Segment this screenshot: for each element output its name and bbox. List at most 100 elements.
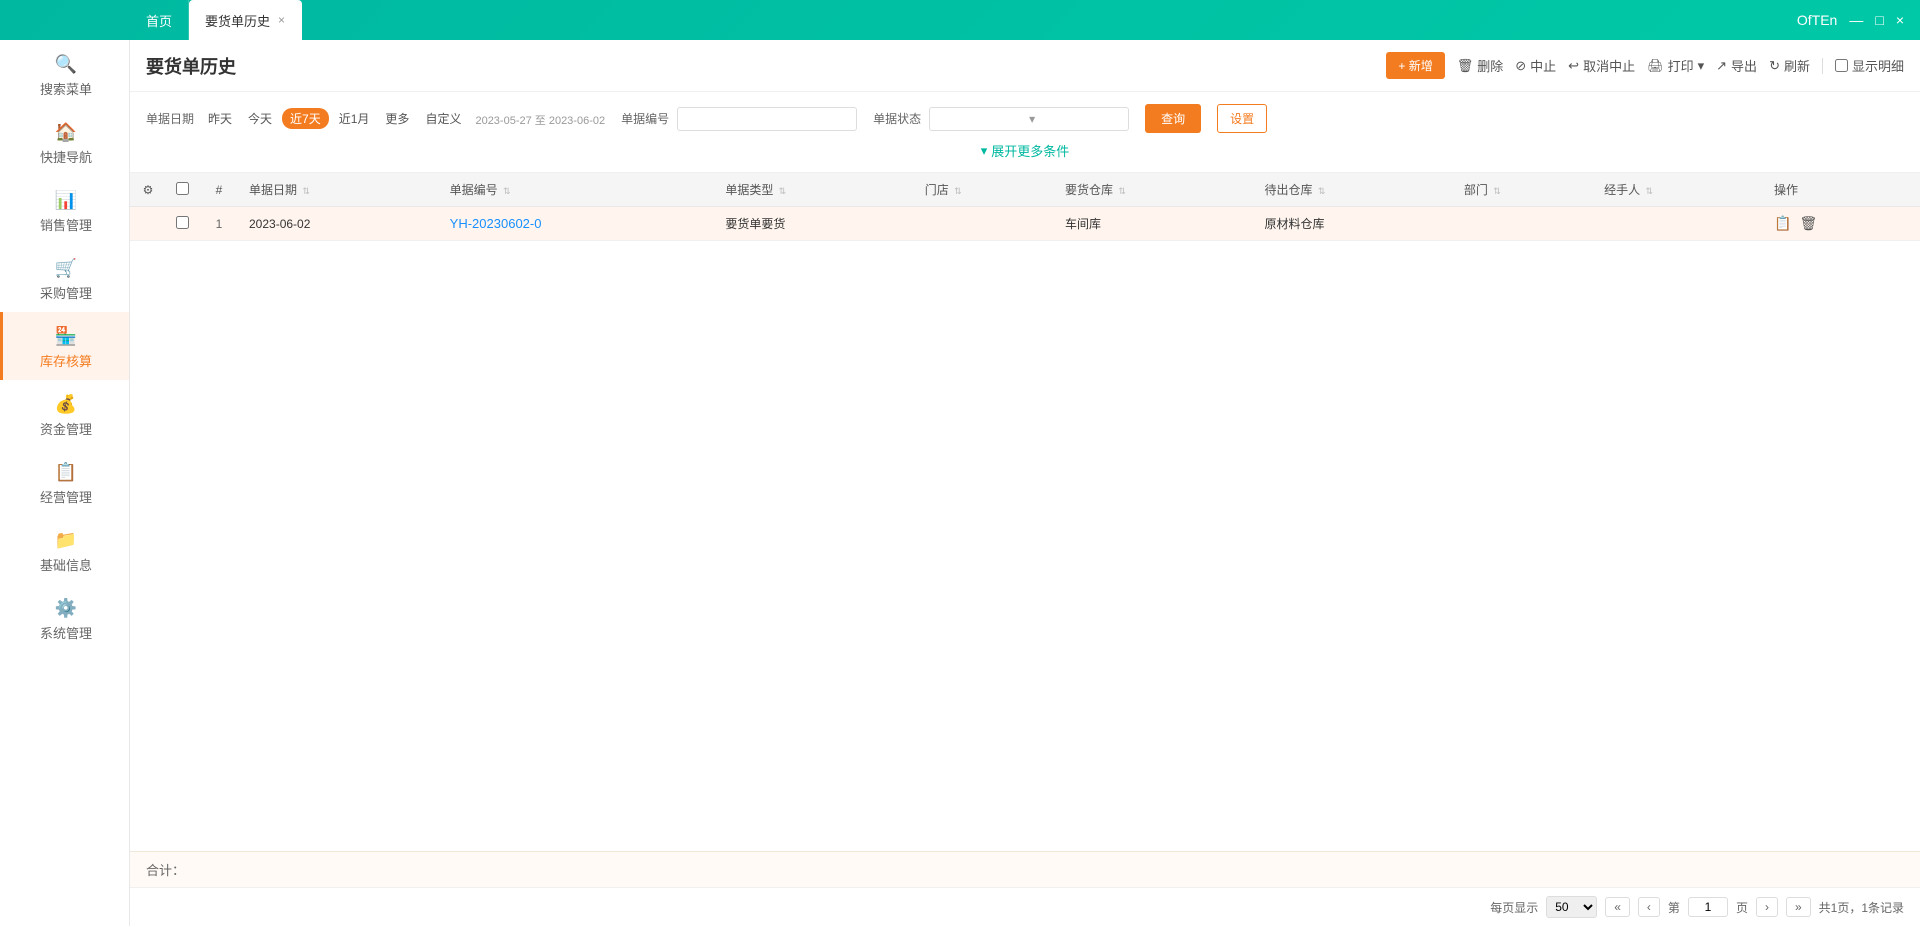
status-select[interactable]: ▾ <box>929 107 1129 131</box>
date-opt-custom[interactable]: 自定义 <box>419 108 467 129</box>
tab-home[interactable]: 首页 <box>130 0 189 40</box>
th-doctype[interactable]: 单据类型 ⇅ <box>715 173 914 207</box>
sidebar-item-label: 库存核算 <box>40 351 92 370</box>
page-suffix: 页 <box>1736 899 1748 916</box>
date-opt-1month[interactable]: 近1月 <box>333 108 376 129</box>
td-action: 📋 🗑 <box>1764 207 1920 241</box>
toolbar: + 新增 🗑 删除 ⊘ 中止 ↩ 取消中止 🖨 打印 ▾ <box>1386 52 1904 79</box>
tab-close-icon[interactable]: × <box>278 13 285 27</box>
th-store[interactable]: 门店 ⇅ <box>915 173 1055 207</box>
page-header: 要货单历史 + 新增 🗑 删除 ⊘ 中止 ↩ 取消中止 🖨 打印 <box>130 40 1920 92</box>
date-opt-yesterday[interactable]: 昨天 <box>202 108 238 129</box>
data-table: ⚙ # 单据日期 ⇅ 单据编号 ⇅ 单据类型 ⇅ 门店 ⇅ 要货仓库 ⇅ 待出仓… <box>130 173 1920 241</box>
sidebar-item-label: 基础信息 <box>40 555 92 574</box>
tab-active[interactable]: 要货单历史 × <box>189 0 302 40</box>
prev-page-button[interactable]: ‹ <box>1638 897 1660 917</box>
td-doctype: 要货单要货 <box>715 207 914 241</box>
next-page-button[interactable]: › <box>1756 897 1778 917</box>
th-date[interactable]: 单据日期 ⇅ <box>239 173 440 207</box>
export-button[interactable]: ↗ 导出 <box>1716 56 1757 75</box>
display-detail-checkbox[interactable] <box>1835 59 1848 72</box>
sidebar-item-inventory[interactable]: 🏪 库存核算 <box>0 312 129 380</box>
refresh-button[interactable]: ↻ 刷新 <box>1769 56 1810 75</box>
sidebar-item-sales[interactable]: 📊 销售管理 <box>0 176 129 244</box>
status-label: 单据状态 <box>873 110 921 127</box>
page-jump-label: 第 <box>1668 899 1680 916</box>
date-opt-today[interactable]: 今天 <box>242 108 278 129</box>
th-req-warehouse[interactable]: 要货仓库 ⇅ <box>1055 173 1254 207</box>
td-dept <box>1454 207 1594 241</box>
sidebar-item-operations[interactable]: 📋 经营管理 <box>0 448 129 516</box>
th-settings[interactable]: ⚙ <box>130 173 166 207</box>
first-page-button[interactable]: « <box>1605 897 1630 917</box>
sidebar: 🔍 搜索菜单 🏠 快捷导航 📊 销售管理 🛒 采购管理 🏪 库存核算 💰 资金管… <box>0 40 130 926</box>
expand-more[interactable]: ▾ 展开更多条件 <box>146 141 1904 160</box>
page-number-input[interactable] <box>1688 897 1728 917</box>
table-wrap: ⚙ # 单据日期 ⇅ 单据编号 ⇅ 单据类型 ⇅ 门店 ⇅ 要货仓库 ⇅ 待出仓… <box>130 173 1920 851</box>
docnum-label: 单据编号 <box>621 110 669 127</box>
search-menu-icon: 🔍 <box>55 54 77 75</box>
sidebar-item-finance[interactable]: 💰 资金管理 <box>0 380 129 448</box>
th-action: 操作 <box>1764 173 1920 207</box>
docnum-input[interactable] <box>677 107 857 131</box>
td-checkbox[interactable] <box>166 207 199 241</box>
action-delete-icon[interactable]: 🗑 <box>1799 215 1817 232</box>
th-dept[interactable]: 部门 ⇅ <box>1454 173 1594 207</box>
status-filter-group: 单据状态 ▾ <box>873 107 1129 131</box>
th-handler[interactable]: 经手人 ⇅ <box>1594 173 1764 207</box>
print-dropdown-icon: ▾ <box>1698 58 1705 74</box>
date-filter-group: 单据日期 昨天 今天 近7天 近1月 更多 自定义 2023-05-27 至 2… <box>146 108 605 129</box>
select-all-checkbox[interactable] <box>176 182 189 195</box>
th-docnum[interactable]: 单据编号 ⇅ <box>440 173 716 207</box>
status-dropdown-icon: ▾ <box>1029 112 1120 126</box>
sidebar-item-system[interactable]: ⚙️ 系统管理 <box>0 584 129 652</box>
cancel-stop-button[interactable]: ↩ 取消中止 <box>1568 56 1635 75</box>
sidebar-item-label: 资金管理 <box>40 419 92 438</box>
print-button[interactable]: 🖨 打印 ▾ <box>1647 56 1704 75</box>
settings-button[interactable]: 设置 <box>1217 104 1267 133</box>
delete-button[interactable]: 🗑 删除 <box>1457 56 1504 75</box>
export-icon: ↗ <box>1716 58 1727 74</box>
finance-icon: 💰 <box>55 394 77 415</box>
sidebar-item-label: 搜索菜单 <box>40 79 92 98</box>
th-checkbox[interactable] <box>166 173 199 207</box>
sidebar-item-label: 系统管理 <box>40 623 92 642</box>
action-edit-icon[interactable]: 📋 <box>1774 215 1791 232</box>
sales-icon: 📊 <box>55 190 77 211</box>
minimize-icon[interactable]: — <box>1849 12 1863 28</box>
tab-home-label: 首页 <box>146 11 172 30</box>
window-close-icon[interactable]: × <box>1896 12 1904 28</box>
filter-area: 单据日期 昨天 今天 近7天 近1月 更多 自定义 2023-05-27 至 2… <box>130 92 1920 173</box>
td-settings <box>130 207 166 241</box>
sidebar-item-basic-info[interactable]: 📁 基础信息 <box>0 516 129 584</box>
sidebar-item-purchase[interactable]: 🛒 采购管理 <box>0 244 129 312</box>
sum-label: 合计： <box>146 863 185 878</box>
doc-link[interactable]: YH-20230602-0 <box>450 216 542 231</box>
sidebar-item-label: 快捷导航 <box>40 147 92 166</box>
date-range-display: 2023-05-27 至 2023-06-02 <box>475 112 605 128</box>
expand-label: 展开更多条件 <box>991 141 1069 160</box>
td-num: 1 <box>199 207 239 241</box>
th-pend-warehouse[interactable]: 待出仓库 ⇅ <box>1254 173 1453 207</box>
date-opt-more[interactable]: 更多 <box>379 108 415 129</box>
per-page-select[interactable]: 50 100 200 <box>1546 896 1597 918</box>
query-button[interactable]: 查询 <box>1145 104 1201 133</box>
sidebar-item-label: 销售管理 <box>40 215 92 234</box>
sidebar-item-quick-nav[interactable]: 🏠 快捷导航 <box>0 108 129 176</box>
new-button[interactable]: + 新增 <box>1386 52 1444 79</box>
table-header-row: ⚙ # 单据日期 ⇅ 单据编号 ⇅ 单据类型 ⇅ 门店 ⇅ 要货仓库 ⇅ 待出仓… <box>130 173 1920 207</box>
last-page-button[interactable]: » <box>1786 897 1811 917</box>
home-icon: 🏠 <box>55 122 77 143</box>
maximize-icon[interactable]: □ <box>1875 12 1883 28</box>
row-checkbox[interactable] <box>176 216 189 229</box>
date-opt-7days[interactable]: 近7天 <box>282 108 329 129</box>
sidebar-item-search-menu[interactable]: 🔍 搜索菜单 <box>0 40 129 108</box>
per-page-label: 每页显示 <box>1490 899 1538 916</box>
display-detail[interactable]: 显示明细 <box>1835 56 1904 75</box>
often-label[interactable]: OfTEn <box>1797 12 1837 28</box>
stop-button[interactable]: ⊘ 中止 <box>1515 56 1556 75</box>
purchase-icon: 🛒 <box>55 258 77 279</box>
toolbar-divider <box>1822 58 1823 74</box>
th-num: # <box>199 173 239 207</box>
stop-icon: ⊘ <box>1515 58 1526 74</box>
